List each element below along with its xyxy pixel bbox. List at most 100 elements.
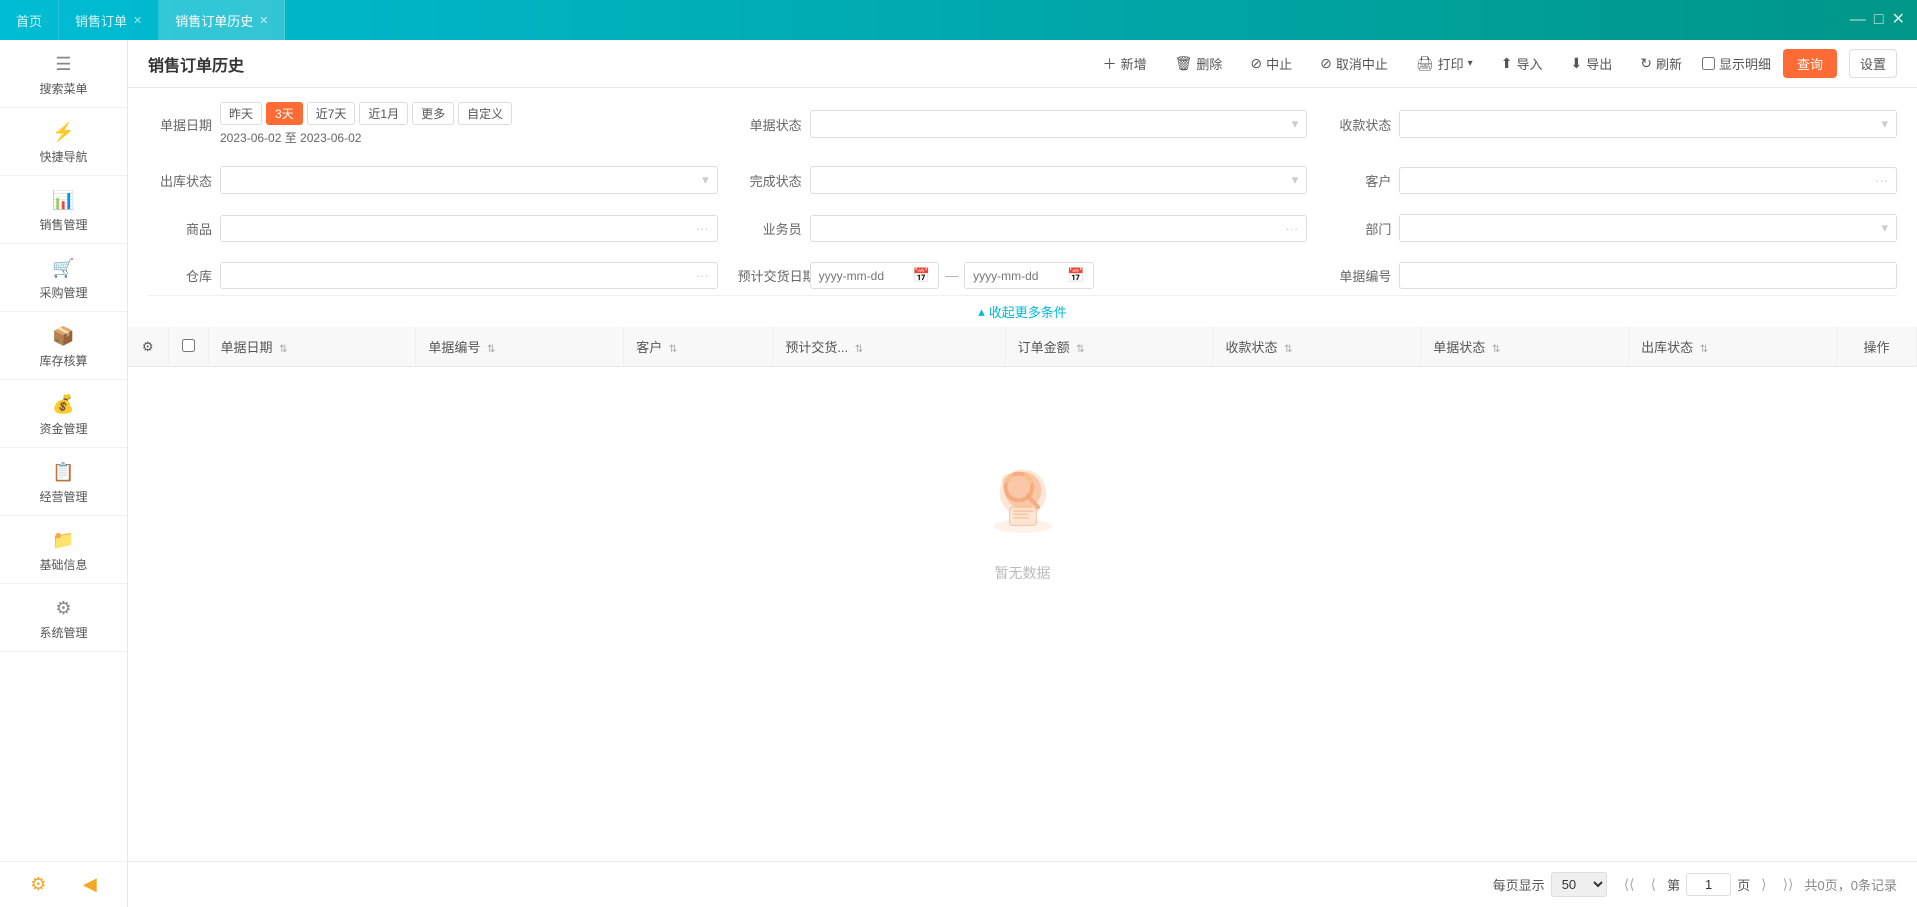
th-date-sort[interactable]: ⇅ <box>279 344 287 355</box>
date-btn-7days[interactable]: 近7天 <box>307 102 356 125</box>
query-button[interactable]: 查询 <box>1783 49 1837 78</box>
sidebar-item-basic-info-label: 基础信息 <box>39 556 87 573</box>
print-dropdown-icon[interactable]: ▾ <box>1468 58 1473 69</box>
customer-input[interactable]: ··· <box>1399 167 1897 194</box>
show-detail-checkbox-label[interactable]: 显示明细 <box>1702 54 1771 73</box>
tab-sales-order-close[interactable]: ✕ <box>133 14 142 27</box>
delivery-date-end-icon[interactable]: 📅 <box>1067 267 1084 284</box>
delivery-date-start-icon[interactable]: 📅 <box>913 267 930 284</box>
th-checkbox[interactable] <box>168 327 208 367</box>
sidebar-item-inventory[interactable]: 📦 库存核算 <box>0 312 127 380</box>
sidebar-item-finance-mgmt[interactable]: 💰 资金管理 <box>0 380 127 448</box>
sidebar: ☰ 搜索菜单 ⚡ 快捷导航 📊 销售管理 🛒 采购管理 📦 库存核算 💰 资金管… <box>0 40 128 907</box>
print-button[interactable]: 🖨 打印 ▾ <box>1408 50 1481 77</box>
total-info: 共0页，0条记录 <box>1805 875 1897 894</box>
th-payment-status-sort[interactable]: ⇅ <box>1284 344 1292 355</box>
filter-out-status-cell: 出库状态 <box>148 166 718 194</box>
table-settings-icon[interactable]: ⚙ <box>142 339 154 354</box>
delivery-date-end[interactable] <box>973 269 1063 283</box>
th-bill-status-sort[interactable]: ⇅ <box>1492 344 1500 355</box>
select-all-checkbox[interactable] <box>182 339 195 352</box>
filter-row-1: 单据日期 昨天 3天 近7天 近1月 更多 自定义 2023-06-02 至 2… <box>148 88 1897 156</box>
sidebar-item-finance-mgmt-label: 资金管理 <box>39 420 87 437</box>
export-icon: ⬇ <box>1570 55 1582 72</box>
delete-button[interactable]: 🗑 删除 <box>1167 50 1231 77</box>
maximize-btn[interactable]: □ <box>1874 12 1884 28</box>
payment-status-select[interactable] <box>1399 110 1897 138</box>
th-delivery-date-label: 预计交货... <box>785 340 848 355</box>
last-page-btn[interactable]: ⟩⟩ <box>1778 874 1799 895</box>
sidebar-item-operations-mgmt[interactable]: 📋 经营管理 <box>0 448 127 516</box>
tab-sales-order-history-close[interactable]: ✕ <box>259 14 268 27</box>
th-bill-status-label: 单据状态 <box>1433 340 1485 355</box>
th-number-sort[interactable]: ⇅ <box>487 344 495 355</box>
settings-button[interactable]: 设置 <box>1849 49 1897 78</box>
filter-customer-cell: 客户 ··· <box>1327 166 1897 194</box>
table-area: ⚙ 单据日期 ⇅ 单据编号 ⇅ <box>128 327 1917 861</box>
filter-salesperson-cell: 业务员 ··· <box>738 214 1308 242</box>
date-btn-30days[interactable]: 近1月 <box>359 102 408 125</box>
refresh-button[interactable]: ↻ 刷新 <box>1632 50 1690 77</box>
export-button[interactable]: ⬇ 导出 <box>1562 50 1620 77</box>
th-customer-sort[interactable]: ⇅ <box>669 344 677 355</box>
show-detail-checkbox[interactable] <box>1702 57 1715 70</box>
th-delivery-date-sort[interactable]: ⇅ <box>855 344 863 355</box>
out-status-label: 出库状态 <box>148 171 220 190</box>
sidebar-item-operations-mgmt-label: 经营管理 <box>39 488 87 505</box>
cancel-stop-button[interactable]: ⊘ 取消中止 <box>1312 50 1396 77</box>
import-button[interactable]: ⬆ 导入 <box>1493 50 1551 77</box>
tab-home[interactable]: 首页 <box>0 0 59 40</box>
date-btn-yesterday[interactable]: 昨天 <box>220 102 262 125</box>
bill-number-input[interactable] <box>1399 262 1897 289</box>
th-operations: 操作 <box>1837 327 1917 367</box>
complete-status-chevron <box>1292 172 1299 188</box>
minimize-btn[interactable]: — <box>1850 12 1866 28</box>
page-number-input[interactable] <box>1686 873 1731 896</box>
date-btn-3days[interactable]: 3天 <box>266 102 303 125</box>
delivery-date-start[interactable] <box>819 269 909 283</box>
complete-status-label: 完成状态 <box>738 171 810 190</box>
date-btn-more[interactable]: 更多 <box>412 102 454 125</box>
first-page-btn[interactable]: ⟨⟨ <box>1619 874 1640 895</box>
sidebar-item-purchase-mgmt-label: 采购管理 <box>39 284 87 301</box>
page-size-select[interactable]: 10 20 50 100 <box>1551 872 1607 897</box>
stop-button[interactable]: ⊘ 中止 <box>1242 50 1300 77</box>
th-customer-label: 客户 <box>636 340 662 355</box>
th-settings[interactable]: ⚙ <box>128 327 168 367</box>
th-out-status-sort[interactable]: ⇅ <box>1700 344 1708 355</box>
sidebar-item-basic-info[interactable]: 📁 基础信息 <box>0 516 127 584</box>
collapse-filter-row[interactable]: 收起更多条件 <box>148 295 1897 327</box>
salesperson-control: ··· <box>810 215 1308 242</box>
complete-status-select[interactable] <box>810 166 1308 194</box>
date-btn-custom[interactable]: 自定义 <box>458 102 512 125</box>
sidebar-item-search-menu[interactable]: ☰ 搜索菜单 <box>0 40 127 108</box>
filter-delivery-date-cell: 预计交货日期 📅 — 📅 <box>738 262 1308 289</box>
tab-sales-order-history[interactable]: 销售订单历史 ✕ <box>159 0 285 40</box>
warehouse-input[interactable]: ··· <box>220 262 718 289</box>
stop-icon: ⊘ <box>1250 55 1262 72</box>
settings-bottom-icon[interactable]: ⚙ <box>30 874 46 895</box>
department-select[interactable] <box>1399 214 1897 242</box>
salesperson-input[interactable]: ··· <box>810 215 1308 242</box>
out-status-chevron <box>702 172 709 188</box>
bill-status-select[interactable] <box>810 110 1308 138</box>
product-input[interactable]: ··· <box>220 215 718 242</box>
next-page-btn[interactable]: ⟩ <box>1756 874 1771 895</box>
close-btn[interactable]: ✕ <box>1892 12 1905 28</box>
sidebar-expand-icon[interactable]: ◀ <box>83 874 97 895</box>
department-chevron <box>1881 220 1888 236</box>
sidebar-item-sales-mgmt[interactable]: 📊 销售管理 <box>0 176 127 244</box>
out-status-select[interactable] <box>220 166 718 194</box>
toolbar: ＋ 新增 🗑 删除 ⊘ 中止 ⊘ 取消中止 🖨 打印 <box>1095 49 1897 78</box>
prev-page-btn[interactable]: ⟨ <box>1646 874 1661 895</box>
sidebar-item-quick-nav[interactable]: ⚡ 快捷导航 <box>0 108 127 176</box>
cancel-stop-icon: ⊘ <box>1320 55 1332 72</box>
sidebar-item-purchase-mgmt[interactable]: 🛒 采购管理 <box>0 244 127 312</box>
salesperson-label: 业务员 <box>738 219 810 238</box>
tab-sales-order[interactable]: 销售订单 ✕ <box>59 0 159 40</box>
add-button[interactable]: ＋ 新增 <box>1095 50 1155 78</box>
bill-status-chevron <box>1292 116 1299 132</box>
salesperson-dots: ··· <box>1285 221 1298 236</box>
th-amount-sort[interactable]: ⇅ <box>1076 344 1084 355</box>
sidebar-item-system-mgmt[interactable]: ⚙ 系统管理 <box>0 584 127 652</box>
